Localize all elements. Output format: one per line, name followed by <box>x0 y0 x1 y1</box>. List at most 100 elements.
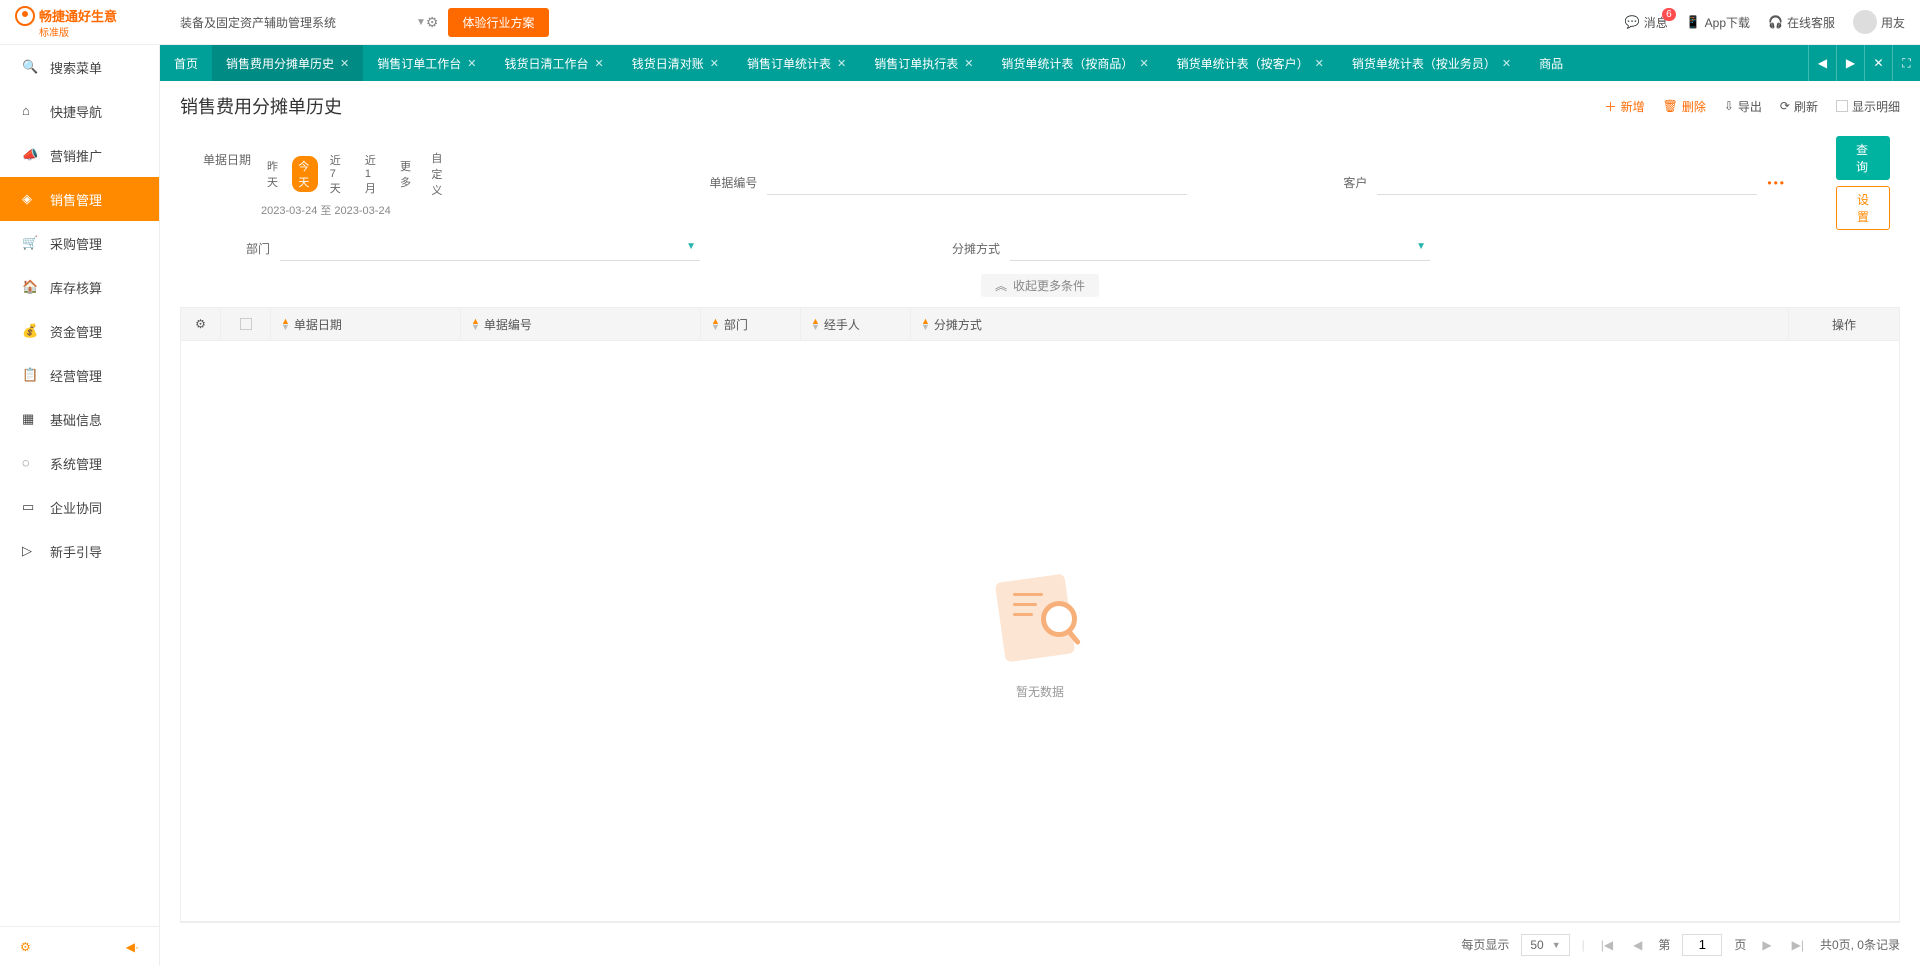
close-icon[interactable]: ✕ <box>837 57 846 70</box>
export-button[interactable]: ⇩导出 <box>1724 98 1762 115</box>
th-label: 单据日期 <box>294 316 342 333</box>
close-icon[interactable]: ✕ <box>964 57 973 70</box>
tab-home[interactable]: 首页 <box>160 45 212 81</box>
gear-icon[interactable]: ⚙ <box>426 14 439 31</box>
page-prev-icon[interactable]: ◀ <box>1629 938 1646 952</box>
close-icon[interactable]: ✕ <box>1502 57 1511 70</box>
gear-icon[interactable]: ⚙ <box>20 940 31 954</box>
refresh-button[interactable]: ⟳刷新 <box>1780 98 1818 115</box>
customer-lookup-icon[interactable]: ••• <box>1767 176 1786 190</box>
tab-label: 商品 <box>1539 55 1563 72</box>
sidebar-item-label: 基础信息 <box>50 410 102 429</box>
sidebar-item-guide[interactable]: ▷新手引导 <box>0 529 159 573</box>
collapse-filters-button[interactable]: ︽收起更多条件 <box>190 268 1890 307</box>
customer-input[interactable] <box>1377 171 1757 195</box>
close-icon[interactable]: ✕ <box>467 57 476 70</box>
filter-dept: 部门 ▼ <box>190 237 700 261</box>
chevron-up-icon: ︽ <box>995 277 1007 294</box>
sidebar-item-operations[interactable]: 📋经营管理 <box>0 353 159 397</box>
date-more[interactable]: 更多 <box>394 156 419 192</box>
close-icon[interactable]: ✕ <box>595 57 604 70</box>
action-label: 删除 <box>1682 98 1706 115</box>
query-button[interactable]: 查询 <box>1836 136 1890 180</box>
settings-button[interactable]: 设置 <box>1836 186 1890 230</box>
alloc-select[interactable] <box>1010 237 1430 261</box>
sort-icon: ▲▼ <box>471 318 480 330</box>
gear-icon: ⚙ <box>195 317 206 331</box>
tab-sales-order-stats[interactable]: 销售订单统计表 ✕ <box>733 45 860 81</box>
close-icon[interactable]: ✕ <box>340 57 349 70</box>
dept-select[interactable] <box>280 237 700 261</box>
tab-daily-workbench[interactable]: 钱货日清工作台✕ <box>490 45 617 81</box>
close-icon[interactable]: ✕ <box>1139 57 1148 70</box>
user-menu[interactable]: 用友 <box>1853 10 1905 34</box>
th-date[interactable]: ▲▼单据日期 <box>271 308 461 340</box>
per-page-select[interactable]: 50▼ <box>1521 934 1569 956</box>
close-icon[interactable]: ✕ <box>1315 57 1324 70</box>
sort-icon: ▲▼ <box>711 318 720 330</box>
fullscreen-icon[interactable]: ⛶ <box>1892 45 1920 81</box>
sidebar-item-basic[interactable]: ▦ 基础信息 <box>0 397 159 441</box>
sidebar-item-inventory[interactable]: 🏠库存核算 <box>0 265 159 309</box>
tab-close-all-icon[interactable]: ✕ <box>1864 45 1892 81</box>
tab-sales-stats-rep[interactable]: 销货单统计表（按业务员）✕ <box>1338 45 1525 81</box>
th-docno[interactable]: ▲▼单据编号 <box>461 308 701 340</box>
sidebar-item-system[interactable]: ◌系统管理 <box>0 441 159 485</box>
date-7days[interactable]: 近7天 <box>324 150 353 198</box>
pagination: 每页显示 50▼ | |◀ ◀ 第 页 ▶ ▶| 共0页, 0条记录 <box>180 922 1900 966</box>
tab-sales-expense-history[interactable]: 销售费用分摊单历史✕ <box>212 45 363 81</box>
tab-sales-order-workbench[interactable]: 销售订单工作台✕ <box>363 45 490 81</box>
tab-sales-stats-customer[interactable]: 销货单统计表（按客户）✕ <box>1163 45 1338 81</box>
filter-docno: 单据编号 <box>677 171 1187 195</box>
tab-sales-stats-product[interactable]: 销货单统计表（按商品）✕ <box>987 45 1162 81</box>
sidebar-item-sales[interactable]: ◈销售管理 <box>0 177 159 221</box>
delete-button[interactable]: 🗑删除 <box>1663 98 1706 115</box>
tab-label: 销售订单统计表 <box>747 55 831 72</box>
tab-product[interactable]: 商品 <box>1525 45 1577 81</box>
sidebar-item-purchase[interactable]: 🛒采购管理 <box>0 221 159 265</box>
home-icon: ⌂ <box>22 103 38 119</box>
sidebar-item-funds[interactable]: 💰资金管理 <box>0 309 159 353</box>
close-icon[interactable]: ✕ <box>710 57 719 70</box>
th-checkbox[interactable] <box>221 308 271 340</box>
add-button[interactable]: ＋新增 <box>1605 98 1645 115</box>
tab-daily-reconcile[interactable]: 钱货日清对账✕ <box>618 45 733 81</box>
sidebar-item-marketing[interactable]: 📣营销推广 <box>0 133 159 177</box>
app-download-button[interactable]: 📱 App下载 <box>1686 14 1750 31</box>
th-gear[interactable]: ⚙ <box>181 308 221 340</box>
show-detail-toggle[interactable]: 显示明细 <box>1836 98 1900 115</box>
tab-label: 销售订单执行表 <box>874 55 958 72</box>
sidebar-item-search[interactable]: 🔍搜索菜单 <box>0 45 159 89</box>
docno-input[interactable] <box>767 171 1187 195</box>
tab-scroll-left-icon[interactable]: ◀ <box>1808 45 1836 81</box>
sidebar-item-enterprise[interactable]: ▭企业协同 <box>0 485 159 529</box>
sidebar-item-quicknav[interactable]: ⌂快捷导航 <box>0 89 159 133</box>
support-button[interactable]: 🎧 在线客服 <box>1768 14 1835 31</box>
th-label: 分摊方式 <box>934 316 982 333</box>
sidebar-item-label: 企业协同 <box>50 498 102 517</box>
system-selector[interactable]: 装备及固定资产辅助管理系统 ▼ <box>180 14 426 31</box>
page-next-icon[interactable]: ▶ <box>1758 938 1775 952</box>
th-dept[interactable]: ▲▼部门 <box>701 308 801 340</box>
action-label: 导出 <box>1738 98 1762 115</box>
collapse-sidebar-icon[interactable]: ◀· <box>126 940 139 954</box>
page-first-icon[interactable]: |◀ <box>1597 938 1617 952</box>
date-yesterday[interactable]: 昨天 <box>261 156 286 192</box>
th-handler[interactable]: ▲▼经手人 <box>801 308 911 340</box>
tab-sales-order-exec[interactable]: 销售订单执行表 ✕ <box>860 45 987 81</box>
cta-button[interactable]: 体验行业方案 <box>448 8 548 37</box>
page-input[interactable] <box>1682 934 1722 956</box>
date-custom[interactable]: 自定义 <box>425 148 457 200</box>
page-actions: ＋新增 🗑删除 ⇩导出 ⟳刷新 显示明细 <box>1605 98 1900 115</box>
date-1month[interactable]: 近1月 <box>359 150 388 198</box>
edition-label: 标准版 <box>39 24 160 39</box>
per-page-label: 每页显示 <box>1461 936 1509 953</box>
system-selector-label: 装备及固定资产辅助管理系统 <box>180 14 336 31</box>
logo-icon <box>15 6 35 26</box>
th-alloc[interactable]: ▲▼分摊方式 <box>911 308 1789 340</box>
message-button[interactable]: 💬 消息 6 <box>1625 14 1668 31</box>
page-last-icon[interactable]: ▶| <box>1788 938 1808 952</box>
tab-scroll-right-icon[interactable]: ▶ <box>1836 45 1864 81</box>
date-today[interactable]: 今天 <box>292 156 317 192</box>
info-icon: ▦ <box>22 411 38 427</box>
